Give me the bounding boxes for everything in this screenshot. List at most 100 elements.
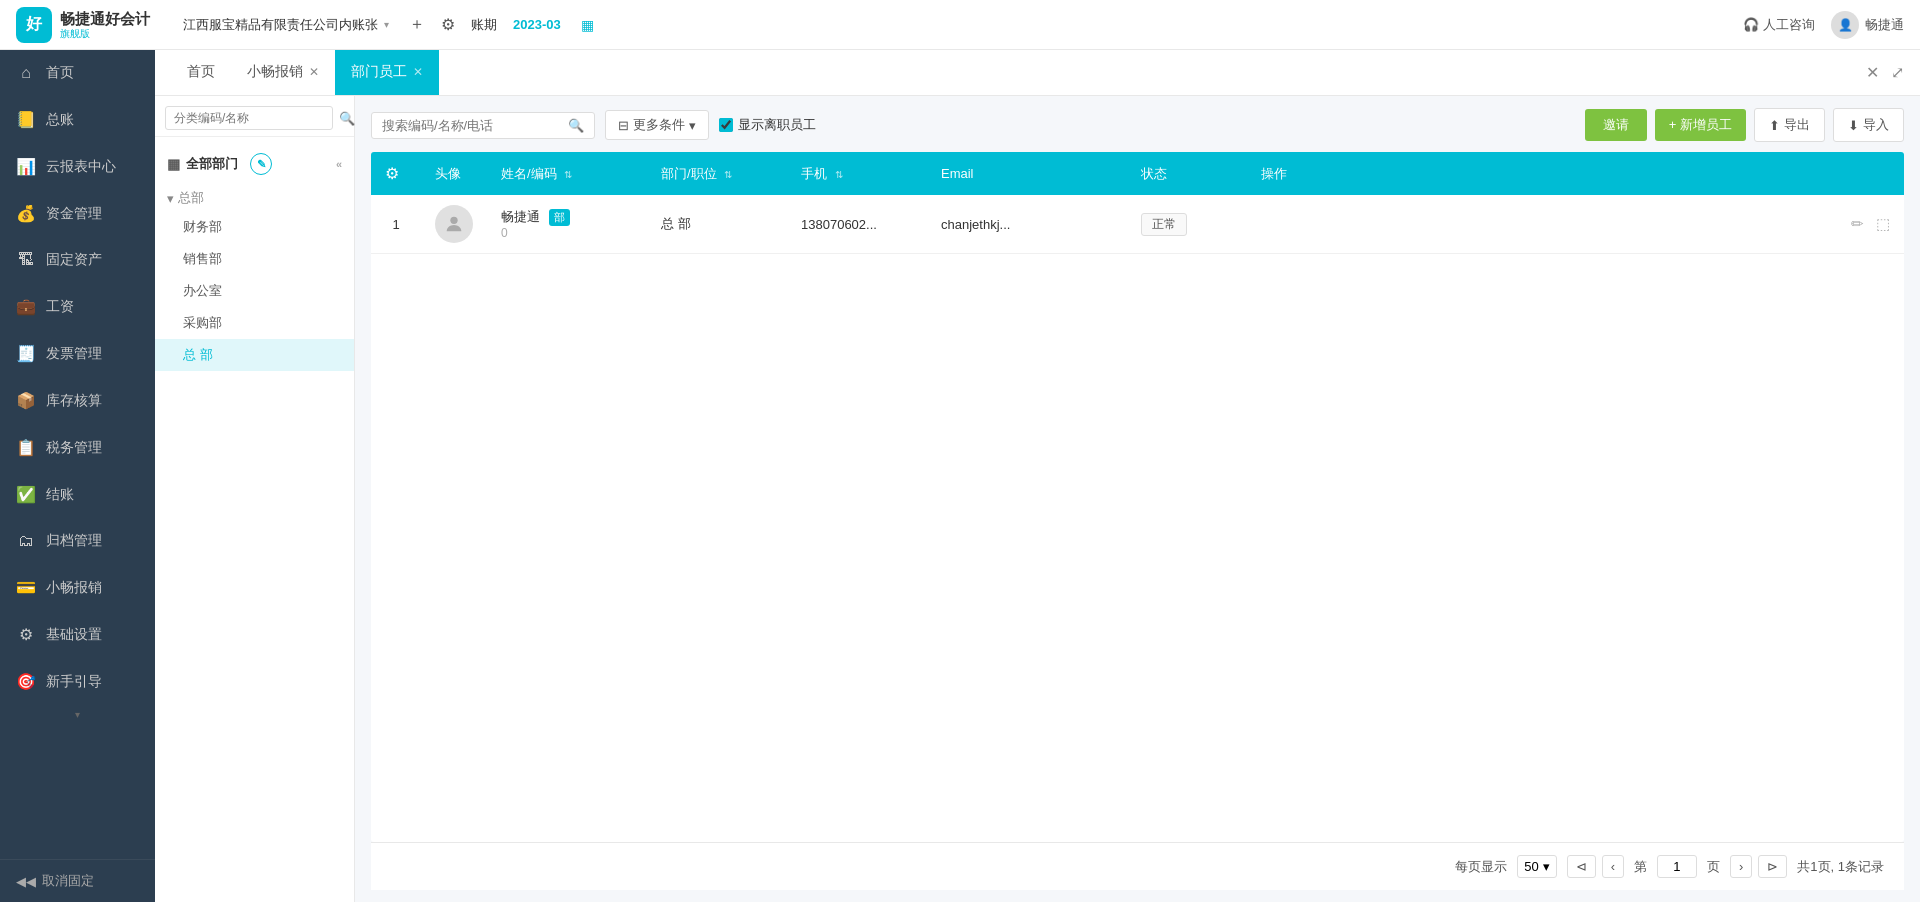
add-employee-button[interactable]: + 新增员工 <box>1655 109 1746 141</box>
sidebar-item-archive[interactable]: 🗂 归档管理 <box>0 518 155 564</box>
sidebar-item-settlement[interactable]: ✅ 结账 <box>0 471 155 518</box>
settings-nav-icon: ⚙ <box>16 625 36 644</box>
page-prefix-label: 第 <box>1630 858 1651 876</box>
last-page-button[interactable]: ⊳ <box>1758 855 1787 878</box>
period-value[interactable]: 2023-03 <box>513 17 561 32</box>
sidebar-item-label: 归档管理 <box>46 532 102 550</box>
fixed-assets-icon: 🏗 <box>16 251 36 269</box>
sidebar-item-tax[interactable]: 📋 税务管理 <box>0 424 155 471</box>
pin-icon: ◀◀ <box>16 874 36 889</box>
sidebar-item-home[interactable]: ⌂ 首页 <box>0 50 155 96</box>
dept-label: 财务部 <box>183 219 222 234</box>
dept-child-general[interactable]: 总 部 <box>155 339 354 371</box>
dept-edit-button[interactable]: ✎ <box>250 153 272 175</box>
headset-icon: 🎧 <box>1743 17 1759 32</box>
sidebar-item-label: 税务管理 <box>46 439 102 457</box>
next-page-button[interactable]: › <box>1730 855 1752 878</box>
sidebar-item-label: 工资 <box>46 298 74 316</box>
collapse-icon[interactable]: « <box>336 158 342 170</box>
chevron-down-icon: ▾ <box>384 19 389 30</box>
sidebar-item-fixed-assets[interactable]: 🏗 固定资产 <box>0 237 155 283</box>
inner-content: 🔍 ▦ 全部部门 ✎ « ▾ 总部 财务部 <box>155 96 1920 902</box>
first-page-button[interactable]: ⊲ <box>1567 855 1596 878</box>
close-icon[interactable]: ✕ <box>309 65 319 79</box>
logo-icon: 好 <box>16 7 52 43</box>
tab-label: 首页 <box>187 63 215 81</box>
support-button[interactable]: 🎧 人工咨询 <box>1743 16 1815 34</box>
export-button[interactable]: ⬆ 导出 <box>1754 108 1825 142</box>
sidebar-item-funds[interactable]: 💰 资金管理 <box>0 190 155 237</box>
status-badge: 正常 <box>1141 213 1187 236</box>
company-selector[interactable]: 江西服宝精品有限责任公司内账张 ▾ <box>171 16 401 34</box>
import-button[interactable]: ⬇ 导入 <box>1833 108 1904 142</box>
add-label: + 新增员工 <box>1669 116 1732 134</box>
support-label: 人工咨询 <box>1763 16 1815 34</box>
dept-child-finance[interactable]: 财务部 <box>155 211 354 243</box>
logout-icon[interactable]: ⬚ <box>1876 215 1890 233</box>
dept-label: 总 部 <box>183 347 213 362</box>
calendar-icon[interactable]: ▦ <box>581 17 594 33</box>
per-page-label: 每页显示 <box>1455 858 1507 876</box>
tab-expense[interactable]: 小畅报销 ✕ <box>231 50 335 95</box>
filter-button[interactable]: ⊟ 更多条件 ▾ <box>605 110 709 140</box>
search-icon[interactable]: 🔍 <box>568 118 584 133</box>
logo-area: 好 畅捷通好会计 旗舰版 <box>16 7 171 43</box>
settings-icon[interactable]: ⚙ <box>441 15 455 34</box>
dept-search-input[interactable] <box>165 106 333 130</box>
show-resigned-label[interactable]: 显示离职员工 <box>719 116 816 134</box>
col-dept[interactable]: 部门/职位 ⇅ <box>647 152 787 195</box>
per-page-select[interactable]: 50 ▾ <box>1517 855 1556 878</box>
close-all-button[interactable]: ✕ <box>1866 63 1879 82</box>
invite-button[interactable]: 邀请 <box>1585 109 1647 141</box>
sidebar-item-payroll[interactable]: 💼 工资 <box>0 283 155 330</box>
employee-panel: 🔍 ⊟ 更多条件 ▾ 显示离职员工 邀请 <box>355 96 1920 902</box>
edit-icon[interactable]: ✏ <box>1851 215 1864 233</box>
sidebar-item-inventory[interactable]: 📦 库存核算 <box>0 377 155 424</box>
employee-code: 0 <box>501 226 633 240</box>
col-phone[interactable]: 手机 ⇅ <box>787 152 927 195</box>
tab-department[interactable]: 部门员工 ✕ <box>335 50 439 95</box>
company-name: 江西服宝精品有限责任公司内账张 <box>183 16 378 34</box>
dept-child-sales[interactable]: 销售部 <box>155 243 354 275</box>
dept-child-purchase[interactable]: 采购部 <box>155 307 354 339</box>
user-area[interactable]: 👤 畅捷通 <box>1831 11 1904 39</box>
dept-parent-general[interactable]: ▾ 总部 <box>155 183 354 211</box>
prev-page-button[interactable]: ‹ <box>1602 855 1624 878</box>
chevron-down-icon: ▾ <box>1543 859 1550 874</box>
page-input[interactable] <box>1657 855 1697 878</box>
dept-label: 采购部 <box>183 315 222 330</box>
cell-phone: 138070602... <box>787 195 927 254</box>
cell-name: 畅捷通 部 0 <box>487 195 647 254</box>
dept-all-row[interactable]: ▦ 全部部门 ✎ « <box>155 145 354 183</box>
dept-search: 🔍 <box>155 96 354 137</box>
funds-icon: 💰 <box>16 204 36 223</box>
tab-home[interactable]: 首页 <box>171 50 231 95</box>
reports-icon: 📊 <box>16 157 36 176</box>
settlement-icon: ✅ <box>16 485 36 504</box>
col-settings[interactable]: ⚙ <box>371 152 421 195</box>
sidebar-item-guide[interactable]: 🎯 新手引导 <box>0 658 155 705</box>
user-icon <box>443 213 465 235</box>
cancel-pin-button[interactable]: ◀◀ 取消固定 <box>0 859 155 902</box>
emp-toolbar: 🔍 ⊟ 更多条件 ▾ 显示离职员工 邀请 <box>371 108 1904 142</box>
sidebar-item-reports[interactable]: 📊 云报表中心 <box>0 143 155 190</box>
col-name[interactable]: 姓名/编码 ⇅ <box>487 152 647 195</box>
sidebar-item-expense[interactable]: 💳 小畅报销 <box>0 564 155 611</box>
sidebar-item-invoice[interactable]: 🧾 发票管理 <box>0 330 155 377</box>
close-icon[interactable]: ✕ <box>413 65 423 79</box>
sidebar-item-ledger[interactable]: 📒 总账 <box>0 96 155 143</box>
show-resigned-checkbox[interactable] <box>719 118 733 132</box>
emp-search-box: 🔍 <box>371 112 595 139</box>
add-tab-button[interactable]: ＋ <box>409 14 425 35</box>
search-icon[interactable]: 🔍 <box>339 111 355 126</box>
emp-search-input[interactable] <box>382 118 562 133</box>
dept-child-office[interactable]: 办公室 <box>155 275 354 307</box>
app-title: 畅捷通好会计 <box>60 10 150 28</box>
expand-button[interactable]: ⤢ <box>1891 63 1904 82</box>
sidebar-item-settings[interactable]: ⚙ 基础设置 <box>0 611 155 658</box>
settings-icon[interactable]: ⚙ <box>385 165 399 182</box>
dept-label: 办公室 <box>183 283 222 298</box>
filter-label: 更多条件 <box>633 116 685 134</box>
col-avatar: 头像 <box>421 152 487 195</box>
cell-num: 1 <box>371 195 421 254</box>
